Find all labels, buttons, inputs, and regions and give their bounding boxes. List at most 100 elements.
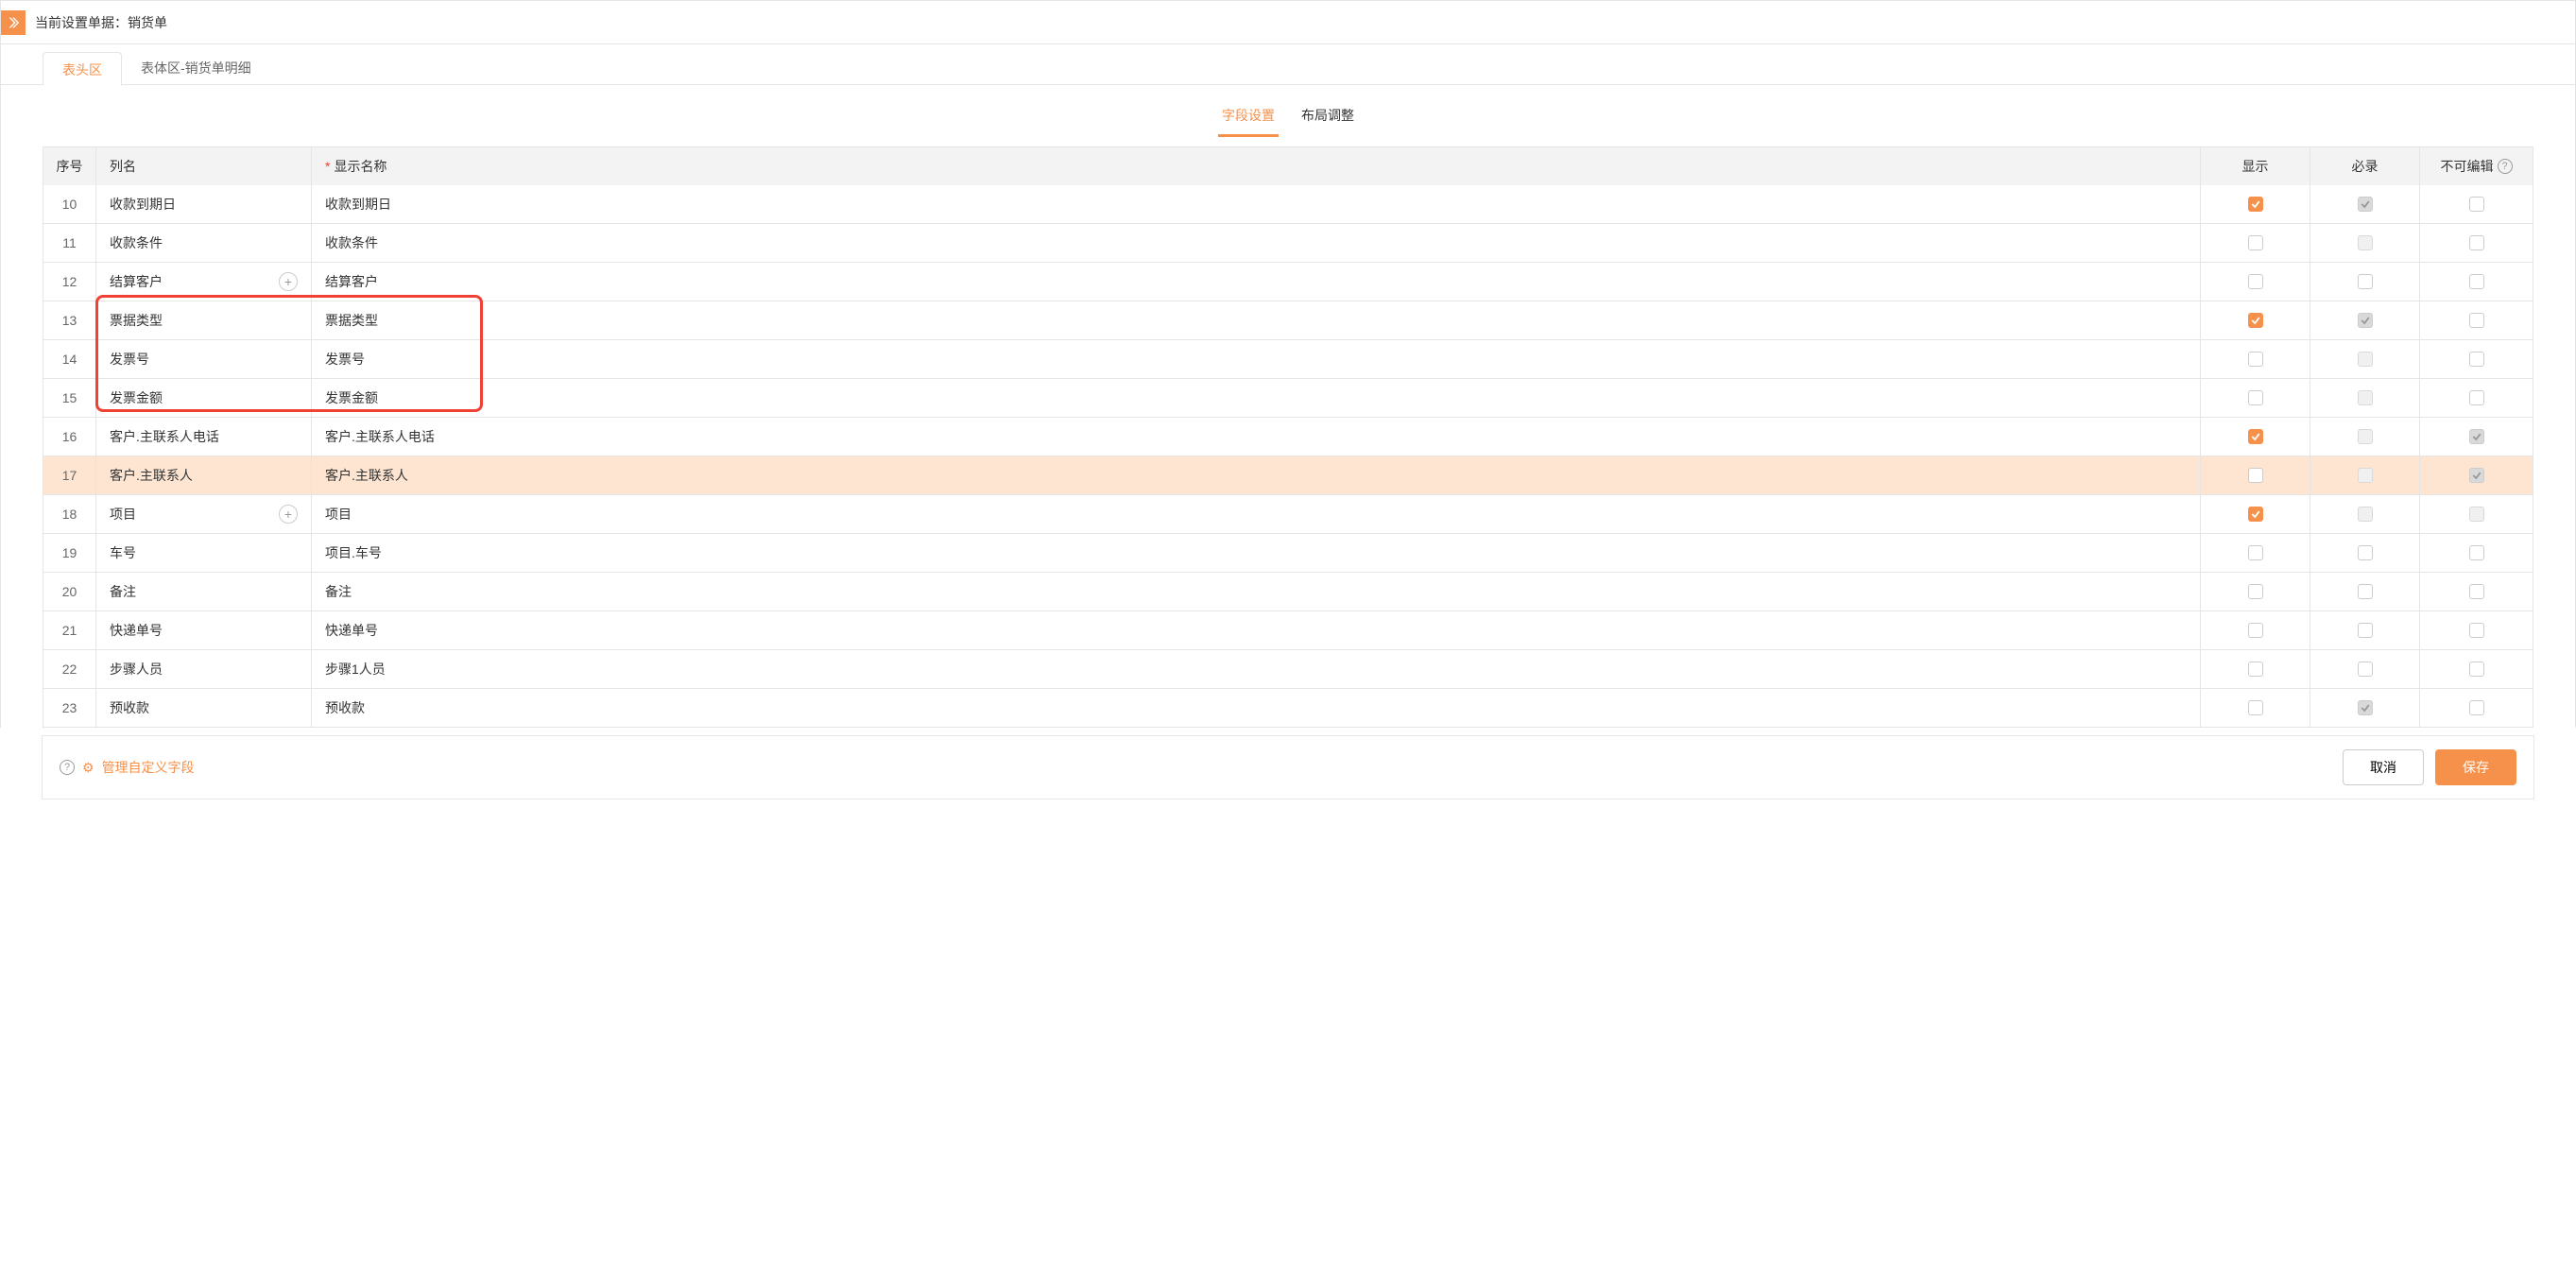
row-show-cell	[2200, 611, 2310, 649]
add-icon[interactable]: +	[279, 505, 298, 524]
row-required-cell	[2310, 340, 2419, 378]
checkbox-show[interactable]	[2248, 274, 2263, 289]
row-readonly-cell	[2419, 534, 2533, 572]
main-tabs: 表头区表体区-销货单明细	[0, 43, 2576, 85]
main-tab-0[interactable]: 表头区	[43, 52, 122, 86]
header-seq: 序号	[43, 147, 96, 185]
row-display-name[interactable]: 备注	[312, 582, 2200, 601]
checkbox-show[interactable]	[2248, 507, 2263, 522]
row-seq: 17	[43, 456, 96, 494]
checkbox-required[interactable]	[2358, 584, 2373, 599]
row-display-name[interactable]: 收款到期日	[312, 195, 2200, 214]
row-readonly-cell	[2419, 185, 2533, 223]
manage-custom-fields-link[interactable]: 管理自定义字段	[102, 758, 195, 777]
checkbox-show[interactable]	[2248, 584, 2263, 599]
checkbox-show[interactable]	[2248, 429, 2263, 444]
header-required: 必录	[2310, 147, 2419, 185]
row-display-name[interactable]: 快递单号	[312, 621, 2200, 640]
table-row: 11收款条件收款条件	[43, 224, 2533, 263]
checkbox-readonly	[2469, 468, 2484, 483]
checkbox-show[interactable]	[2248, 313, 2263, 328]
row-readonly-cell	[2419, 573, 2533, 610]
checkbox-show[interactable]	[2248, 390, 2263, 405]
checkbox-readonly[interactable]	[2469, 662, 2484, 677]
field-table: 序号 列名 *显示名称 显示 必录 不可编辑 ? 10收款到期日收款到期日11收…	[43, 146, 2533, 728]
row-display-name[interactable]: 项目.车号	[312, 543, 2200, 562]
row-seq: 14	[43, 340, 96, 378]
row-show-cell	[2200, 379, 2310, 417]
table-row: 19车号项目.车号	[43, 534, 2533, 573]
row-readonly-cell	[2419, 611, 2533, 649]
checkbox-readonly[interactable]	[2469, 274, 2484, 289]
header-show: 显示	[2200, 147, 2310, 185]
table-row: 10收款到期日收款到期日	[43, 185, 2533, 224]
checkbox-readonly[interactable]	[2469, 235, 2484, 250]
expand-panel-button[interactable]	[1, 10, 26, 35]
row-display-name[interactable]: 步骤1人员	[312, 660, 2200, 679]
help-icon[interactable]: ?	[2498, 159, 2513, 174]
row-display-name[interactable]: 预收款	[312, 698, 2200, 717]
checkbox-readonly[interactable]	[2469, 700, 2484, 715]
row-display-name[interactable]: 客户.主联系人电话	[312, 427, 2200, 446]
sub-tab-0[interactable]: 字段设置	[1218, 100, 1279, 137]
checkbox-show[interactable]	[2248, 623, 2263, 638]
checkbox-readonly[interactable]	[2469, 623, 2484, 638]
checkbox-show[interactable]	[2248, 352, 2263, 367]
checkbox-show[interactable]	[2248, 545, 2263, 560]
row-display-name[interactable]: 发票金额	[312, 388, 2200, 407]
checkbox-required	[2358, 313, 2373, 328]
table-row: 12结算客户+结算客户	[43, 263, 2533, 301]
checkbox-readonly[interactable]	[2469, 352, 2484, 367]
add-icon[interactable]: +	[279, 272, 298, 291]
checkbox-show[interactable]	[2248, 197, 2263, 212]
row-display-name[interactable]: 结算客户	[312, 272, 2200, 291]
table-row: 13票据类型票据类型	[43, 301, 2533, 340]
row-show-cell	[2200, 573, 2310, 610]
checkbox-readonly[interactable]	[2469, 313, 2484, 328]
row-display-name[interactable]: 收款条件	[312, 233, 2200, 252]
main-tab-1[interactable]: 表体区-销货单明细	[122, 51, 270, 85]
row-display-name[interactable]: 客户.主联系人	[312, 466, 2200, 485]
row-display-name[interactable]: 票据类型	[312, 311, 2200, 330]
checkbox-required[interactable]	[2358, 545, 2373, 560]
row-show-cell	[2200, 534, 2310, 572]
row-col-name: 快递单号	[96, 611, 312, 649]
checkbox-required[interactable]	[2358, 274, 2373, 289]
current-doc-label: 当前设置单据：销货单	[35, 13, 167, 32]
sub-tabs: 字段设置布局调整	[43, 85, 2533, 146]
checkbox-required[interactable]	[2358, 623, 2373, 638]
row-col-name: 客户.主联系人	[96, 456, 312, 494]
checkbox-show[interactable]	[2248, 700, 2263, 715]
row-col-name: 发票金额	[96, 379, 312, 417]
checkbox-required[interactable]	[2358, 662, 2373, 677]
row-show-cell	[2200, 650, 2310, 688]
checkbox-show[interactable]	[2248, 235, 2263, 250]
checkbox-readonly[interactable]	[2469, 197, 2484, 212]
sub-tab-1[interactable]: 布局调整	[1297, 100, 1358, 137]
row-show-cell	[2200, 340, 2310, 378]
checkbox-readonly	[2469, 429, 2484, 444]
row-seq: 18	[43, 495, 96, 533]
checkbox-readonly[interactable]	[2469, 390, 2484, 405]
row-readonly-cell	[2419, 495, 2533, 533]
row-display-name[interactable]: 发票号	[312, 350, 2200, 369]
checkbox-required	[2358, 352, 2373, 367]
row-col-name: 项目+	[96, 495, 312, 533]
cancel-button[interactable]: 取消	[2343, 749, 2424, 785]
checkbox-show[interactable]	[2248, 662, 2263, 677]
footer-help-icon[interactable]: ?	[60, 760, 75, 775]
table-row: 16客户.主联系人电话客户.主联系人电话	[43, 418, 2533, 456]
row-readonly-cell	[2419, 263, 2533, 301]
row-display-name[interactable]: 项目	[312, 505, 2200, 524]
row-show-cell	[2200, 495, 2310, 533]
row-seq: 21	[43, 611, 96, 649]
save-button[interactable]: 保存	[2435, 749, 2516, 785]
row-col-name: 结算客户+	[96, 263, 312, 301]
row-readonly-cell	[2419, 301, 2533, 339]
checkbox-readonly[interactable]	[2469, 545, 2484, 560]
row-required-cell	[2310, 650, 2419, 688]
row-required-cell	[2310, 185, 2419, 223]
checkbox-readonly[interactable]	[2469, 584, 2484, 599]
table-row: 23预收款预收款	[43, 689, 2533, 728]
checkbox-show[interactable]	[2248, 468, 2263, 483]
